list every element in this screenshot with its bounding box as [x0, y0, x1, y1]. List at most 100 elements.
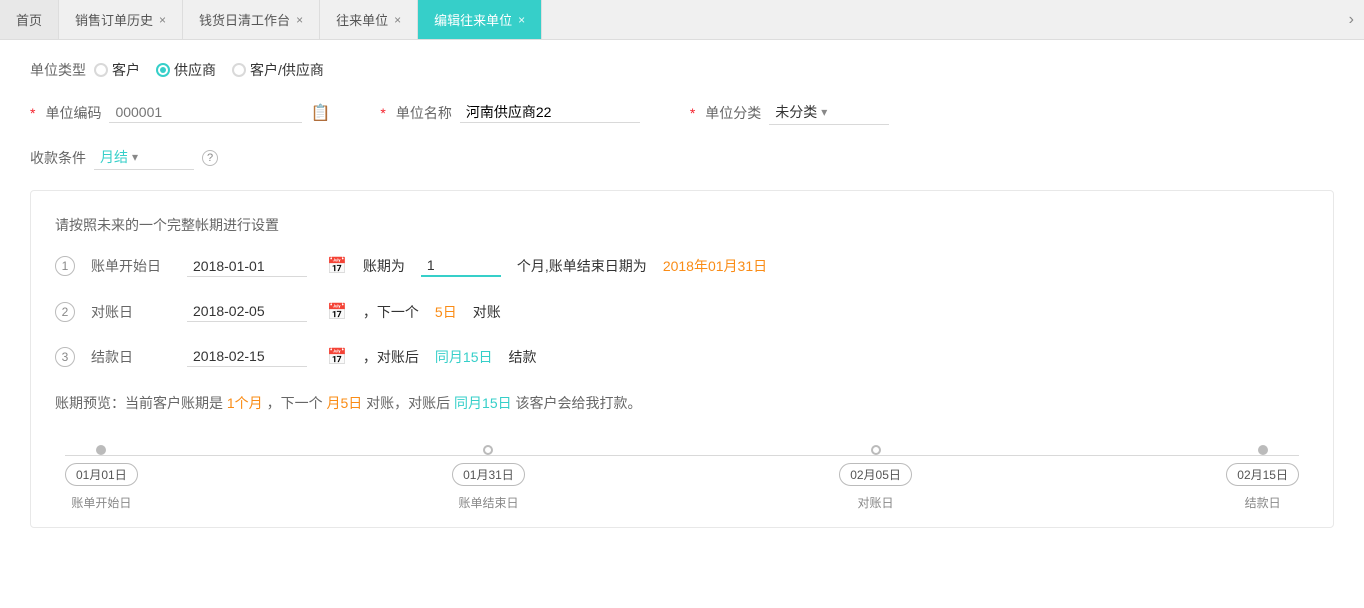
preview-date2: 同月15日	[454, 395, 512, 411]
timeline-container: 01月01日 账单开始日 01月31日 账单结束日 02月05日 对账日 02月…	[55, 440, 1309, 511]
radio-customer[interactable]: 客户	[94, 60, 140, 80]
radio-supplier[interactable]: 供应商	[156, 60, 216, 80]
payment-term-value: 月结	[100, 147, 128, 167]
row-label-2: 对账日	[91, 302, 171, 322]
radio-customer-label: 客户	[112, 60, 140, 80]
preview-mid1: ，下一个	[267, 395, 323, 411]
timeline-badge-2: 02月05日	[839, 463, 912, 486]
timeline-point-1: 01月31日 账单结束日	[452, 440, 525, 511]
timeline-dot-2	[871, 445, 881, 455]
unit-type-field: 单位类型 客户 供应商 客户/供应商	[30, 60, 324, 80]
timeline-points: 01月01日 账单开始日 01月31日 账单结束日 02月05日 对账日 02月…	[65, 440, 1299, 511]
data-row-1: 1 账单开始日 📅 账期为 个月,账单结束日期为 2018年01月31日	[55, 255, 1309, 277]
preview-date1: 月5日	[326, 395, 362, 411]
radio-both-label: 客户/供应商	[250, 60, 324, 80]
payment-date-calendar-icon[interactable]: 📅	[327, 347, 347, 367]
section-box: 请按照未来的一个完整帐期进行设置 1 账单开始日 📅 账期为 个月,账单结束日期…	[30, 190, 1334, 528]
tab-partner[interactable]: 往来单位 ×	[320, 0, 418, 39]
payment-term-label: 收款条件	[30, 148, 86, 168]
payment-highlight: 同月15日	[435, 347, 493, 367]
timeline-point-2: 02月05日 对账日	[839, 440, 912, 511]
main-content: 单位类型 客户 供应商 客户/供应商 * 单位编码	[0, 40, 1364, 608]
data-row-3: 3 结款日 📅 ，对账后 同月15日 结款	[55, 346, 1309, 367]
reconcile-date-calendar-icon[interactable]: 📅	[327, 302, 347, 322]
preview-text: 账期预览：当前客户账期是 1个月 ，下一个 月5日 对账，对账后 同月15日 该…	[55, 391, 1309, 416]
tab-home[interactable]: 首页	[0, 0, 59, 39]
unit-code-field: * 单位编码 📋	[30, 102, 330, 123]
reconcile-highlight: 5日	[435, 302, 457, 322]
unit-class-chevron: ▾	[821, 105, 827, 119]
unit-info-row: * 单位编码 📋 * 单位名称 * 单位分类 未分类 ▾	[30, 100, 1334, 125]
end-date-highlight: 2018年01月31日	[663, 256, 767, 276]
reconcile-prefix: ，下一个	[363, 302, 419, 322]
unit-class-star: *	[690, 105, 695, 121]
timeline-label-0: 账单开始日	[71, 494, 131, 511]
row-num-2: 2	[55, 302, 75, 322]
unit-class-value: 未分类	[775, 102, 817, 122]
period-suffix: 个月,账单结束日期为	[517, 256, 647, 276]
payment-term-dropdown[interactable]: 月结 ▾	[94, 145, 194, 170]
tab-partner-label: 往来单位	[336, 10, 388, 29]
radio-customer-circle	[94, 63, 108, 77]
start-date-calendar-icon[interactable]: 📅	[327, 256, 347, 276]
timeline-point-0: 01月01日 账单开始日	[65, 440, 138, 511]
tab-sales-history-close[interactable]: ×	[159, 13, 166, 27]
unit-name-input[interactable]	[460, 102, 640, 123]
copy-icon[interactable]: 📋	[310, 103, 330, 123]
timeline-label-1: 账单结束日	[458, 494, 518, 511]
radio-both-circle	[232, 63, 246, 77]
tab-edit-partner[interactable]: 编辑往来单位 ×	[418, 0, 542, 39]
row-label-3: 结款日	[91, 347, 171, 367]
timeline-badge-1: 01月31日	[452, 463, 525, 486]
payment-term-field: 收款条件 月结 ▾ ?	[30, 145, 218, 170]
help-icon[interactable]: ?	[202, 150, 218, 166]
unit-code-star: *	[30, 105, 35, 121]
preview-suffix: 该客户会给我打款。	[516, 395, 642, 411]
start-date-input[interactable]	[187, 256, 307, 277]
unit-class-dropdown[interactable]: 未分类 ▾	[769, 100, 889, 125]
timeline-dot-0	[96, 445, 106, 455]
payment-prefix: ，对账后	[363, 347, 419, 367]
unit-name-field: * 单位名称	[380, 102, 639, 123]
tab-home-label: 首页	[16, 10, 42, 29]
preview-prefix: 账期预览：当前客户账期是	[55, 395, 223, 411]
tab-sales-history[interactable]: 销售订单历史 ×	[59, 0, 183, 39]
tab-edit-partner-label: 编辑往来单位	[434, 10, 512, 29]
radio-supplier-circle	[156, 63, 170, 77]
payment-term-row: 收款条件 月结 ▾ ?	[30, 145, 1334, 170]
unit-name-label: 单位名称	[396, 103, 452, 123]
row-num-1: 1	[55, 256, 75, 276]
unit-code-label: 单位编码	[45, 103, 101, 123]
radio-both[interactable]: 客户/供应商	[232, 60, 324, 80]
reconcile-suffix: 对账	[473, 302, 501, 322]
unit-type-row: 单位类型 客户 供应商 客户/供应商	[30, 60, 1334, 80]
timeline-dot-3	[1258, 445, 1268, 455]
unit-class-field: * 单位分类 未分类 ▾	[690, 100, 889, 125]
unit-type-radio-group: 客户 供应商 客户/供应商	[94, 60, 324, 80]
section-title: 请按照未来的一个完整帐期进行设置	[55, 215, 1309, 235]
tab-edit-partner-close[interactable]: ×	[518, 13, 525, 27]
timeline-badge-0: 01月01日	[65, 463, 138, 486]
unit-code-input[interactable]	[109, 102, 302, 123]
row-num-3: 3	[55, 347, 75, 367]
tab-cashflow[interactable]: 钱货日清工作台 ×	[183, 0, 320, 39]
row-label-1: 账单开始日	[91, 256, 171, 276]
payment-date-input[interactable]	[187, 346, 307, 367]
preview-period: 1个月	[227, 395, 263, 411]
timeline-badge-3: 02月15日	[1226, 463, 1299, 486]
timeline-label-2: 对账日	[858, 494, 894, 511]
unit-type-label: 单位类型	[30, 60, 86, 80]
payment-suffix: 结款	[509, 347, 537, 367]
preview-mid2: 对账，对账后	[366, 395, 450, 411]
tab-more-button[interactable]: ›	[1339, 0, 1364, 39]
data-row-2: 2 对账日 📅 ，下一个 5日 对账	[55, 301, 1309, 322]
tab-sales-history-label: 销售订单历史	[75, 10, 153, 29]
radio-supplier-label: 供应商	[174, 60, 216, 80]
timeline-point-3: 02月15日 结款日	[1226, 440, 1299, 511]
tab-cashflow-close[interactable]: ×	[296, 13, 303, 27]
tab-partner-close[interactable]: ×	[394, 13, 401, 27]
unit-class-label: 单位分类	[705, 103, 761, 123]
period-input[interactable]	[421, 255, 501, 277]
timeline-dot-1	[483, 445, 493, 455]
reconcile-date-input[interactable]	[187, 301, 307, 322]
